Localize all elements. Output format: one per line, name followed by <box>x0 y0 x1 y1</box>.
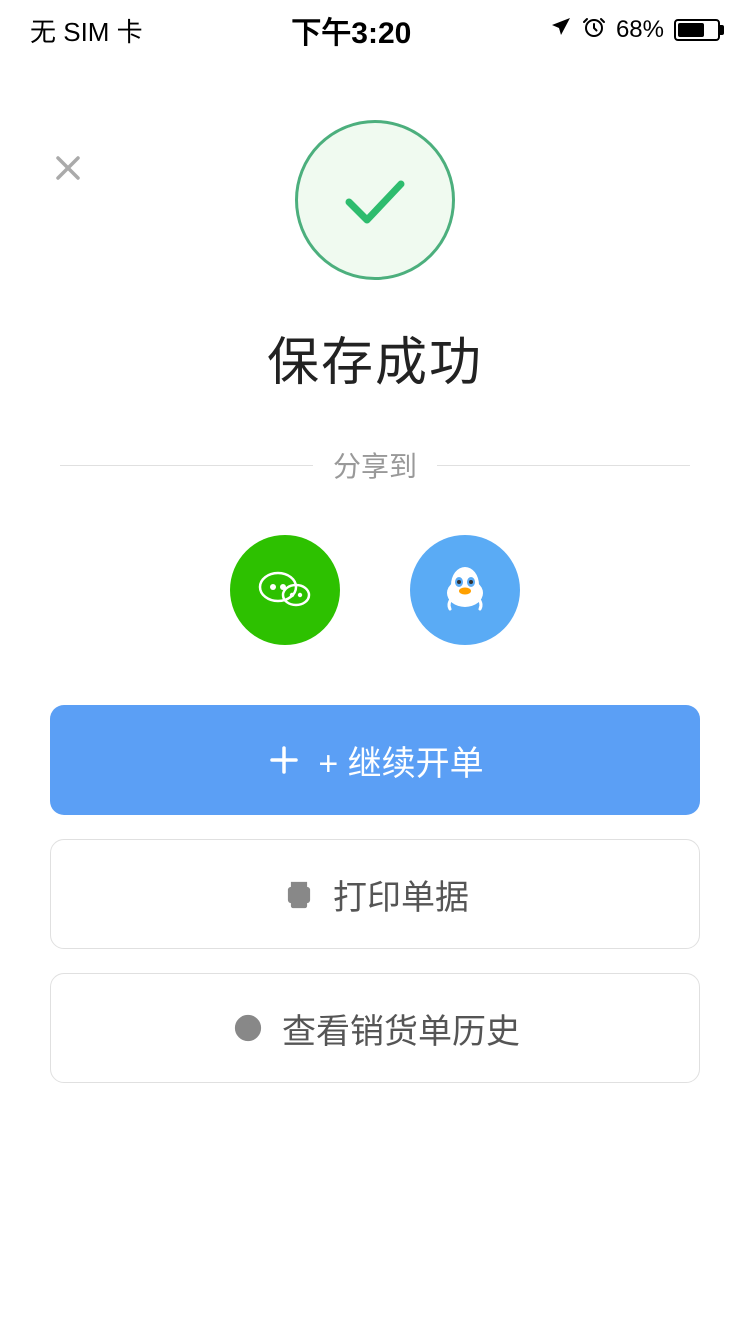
share-qq-button[interactable] <box>410 535 520 645</box>
status-left: 无 SIM 卡 <box>30 12 153 49</box>
history-icon <box>230 1010 266 1046</box>
carrier-label: 无 SIM 卡 <box>30 12 143 49</box>
success-icon-circle <box>295 120 455 280</box>
time-display: 下午3:20 <box>291 8 411 52</box>
history-label: 查看销货单历史 <box>282 1004 520 1053</box>
plus-icon <box>266 742 302 778</box>
action-buttons: + 继续开单 打印单据 查看销货单历史 <box>0 705 750 1083</box>
print-label: 打印单据 <box>333 870 469 919</box>
alarm-icon <box>582 15 606 46</box>
continue-button[interactable]: + 继续开单 <box>50 705 700 815</box>
print-icon <box>281 876 317 912</box>
success-title: 保存成功 <box>267 320 483 395</box>
continue-label: + 继续开单 <box>318 736 483 785</box>
share-label: 分享到 <box>333 445 417 485</box>
battery-icon <box>674 19 720 41</box>
share-icons <box>60 535 690 645</box>
share-section: 分享到 <box>0 445 750 645</box>
location-icon <box>550 16 572 45</box>
history-button[interactable]: 查看销货单历史 <box>50 973 700 1083</box>
share-wechat-button[interactable] <box>230 535 340 645</box>
share-divider: 分享到 <box>60 445 690 485</box>
status-bar: 无 SIM 卡 下午3:20 68% <box>0 0 750 60</box>
main-content: 保存成功 分享到 <box>0 60 750 1334</box>
status-right: 68% <box>550 15 720 46</box>
print-button[interactable]: 打印单据 <box>50 839 700 949</box>
battery-percent: 68% <box>616 16 664 44</box>
close-button[interactable] <box>40 140 96 196</box>
